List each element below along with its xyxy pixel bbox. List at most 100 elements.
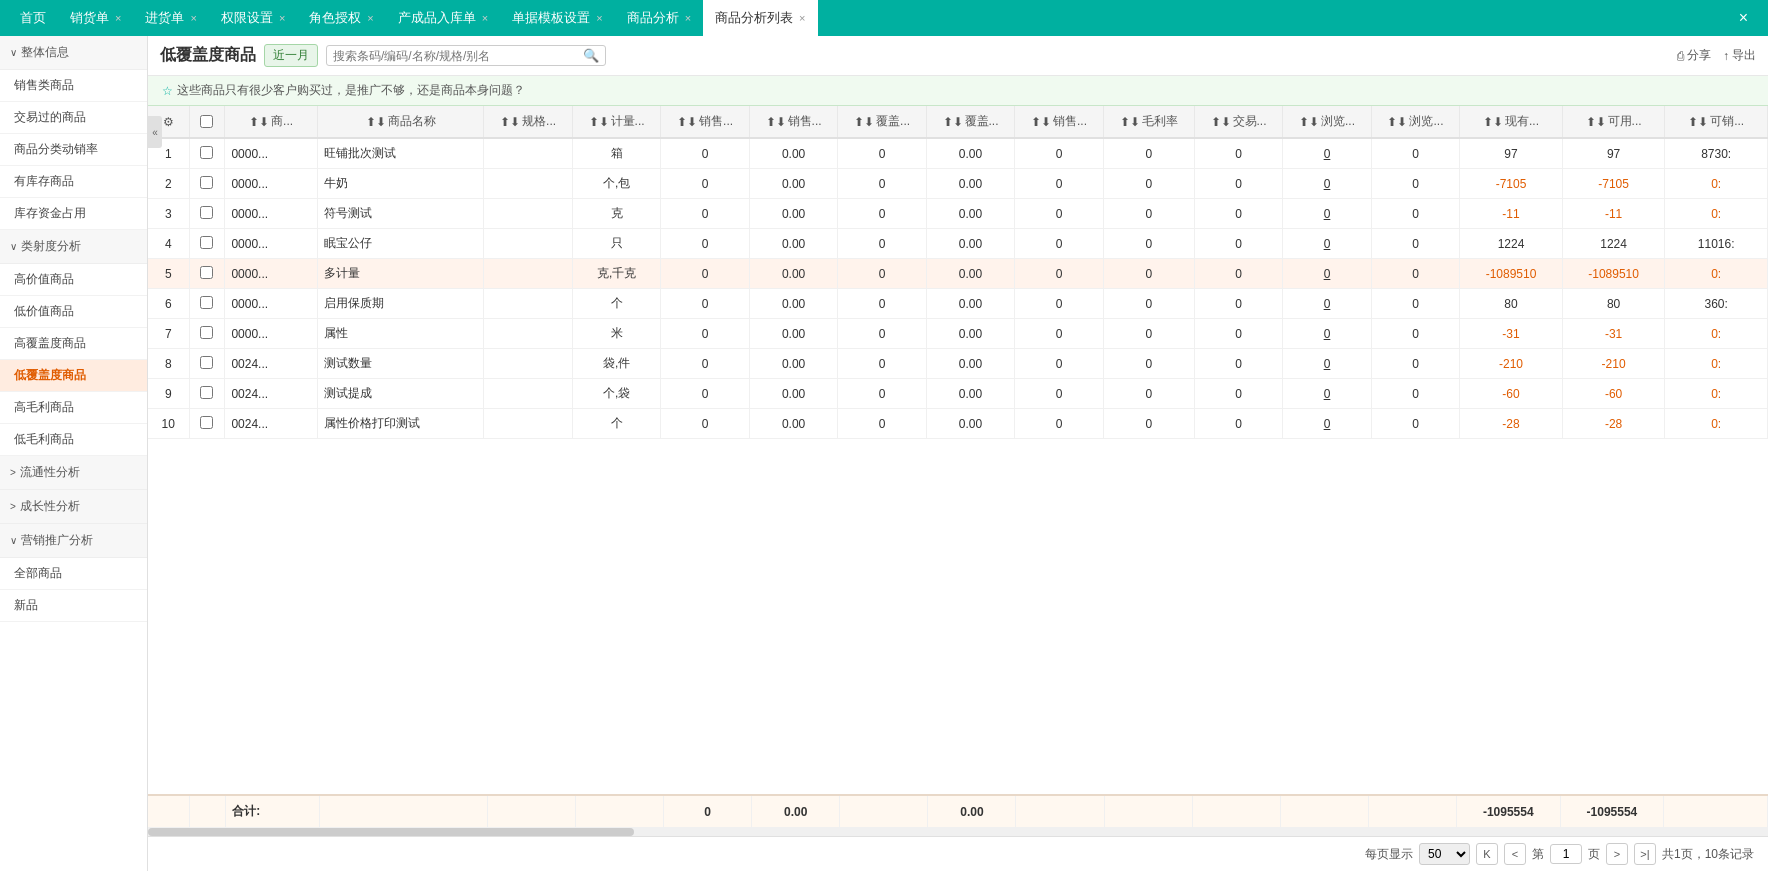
per-page-select[interactable]: 50 20 100 xyxy=(1419,843,1470,865)
export-button[interactable]: ↑ 导出 xyxy=(1723,47,1756,64)
nav-close-product-entry[interactable]: × xyxy=(482,12,488,24)
col-name[interactable]: ⬆⬇商品名称 xyxy=(317,106,484,138)
sidebar-item-low-coverage[interactable]: 低覆盖度商品 xyxy=(0,360,147,392)
sidebar-item-traded-goods[interactable]: 交易过的商品 xyxy=(0,102,147,134)
search-input[interactable] xyxy=(333,49,583,63)
col-sales-qty[interactable]: ⬆⬇销售... xyxy=(661,106,749,138)
row-select-checkbox[interactable] xyxy=(200,296,213,309)
row-select-checkbox[interactable] xyxy=(200,416,213,429)
sidebar-section-marketing[interactable]: ∨ 营销推广分析 xyxy=(0,524,147,558)
sidebar-item-category-rate[interactable]: 商品分类动销率 xyxy=(0,134,147,166)
col-sales-amt[interactable]: ⬆⬇销售... xyxy=(749,106,837,138)
row-checkbox[interactable] xyxy=(189,199,225,229)
col-browse1[interactable]: ⬆⬇浏览... xyxy=(1283,106,1371,138)
nav-product-entry[interactable]: 产成品入库单 × xyxy=(386,0,500,36)
nav-permission-settings[interactable]: 权限设置 × xyxy=(209,0,297,36)
row-checkbox[interactable] xyxy=(189,319,225,349)
col-sales2[interactable]: ⬆⬇销售... xyxy=(1015,106,1103,138)
nav-close-template[interactable]: × xyxy=(596,12,602,24)
nav-analysis-list[interactable]: 商品分析列表 × xyxy=(703,0,817,36)
nav-close-analysis-list[interactable]: × xyxy=(799,12,805,24)
col-checkbox[interactable] xyxy=(189,106,225,138)
col-gross-rate[interactable]: ⬆⬇毛利率 xyxy=(1103,106,1194,138)
row-select-checkbox[interactable] xyxy=(200,356,213,369)
col-current[interactable]: ⬆⬇现有... xyxy=(1460,106,1563,138)
sidebar-section-circulation[interactable]: > 流通性分析 xyxy=(0,456,147,490)
row-browse1[interactable]: 0 xyxy=(1283,409,1371,439)
row-checkbox[interactable] xyxy=(189,349,225,379)
nav-sales-order[interactable]: 销货单 × xyxy=(58,0,133,36)
sidebar-section-growth[interactable]: > 成长性分析 xyxy=(0,490,147,524)
row-checkbox[interactable] xyxy=(189,138,225,169)
row-browse1[interactable]: 0 xyxy=(1283,349,1371,379)
last-page-button[interactable]: >| xyxy=(1634,843,1656,865)
sidebar-item-low-margin[interactable]: 低毛利商品 xyxy=(0,424,147,456)
nav-purchase-order[interactable]: 进货单 × xyxy=(133,0,208,36)
row-checkbox[interactable] xyxy=(189,409,225,439)
window-close-button[interactable]: × xyxy=(1727,9,1760,27)
row-select-checkbox[interactable] xyxy=(200,386,213,399)
sidebar-item-low-value[interactable]: 低价值商品 xyxy=(0,296,147,328)
col-available[interactable]: ⬆⬇可用... xyxy=(1562,106,1665,138)
row-browse1[interactable]: 0 xyxy=(1283,138,1371,169)
col-code[interactable]: ⬆⬇商... xyxy=(225,106,317,138)
nav-template-settings[interactable]: 单据模板设置 × xyxy=(500,0,614,36)
sidebar-item-new-goods[interactable]: 新品 xyxy=(0,590,147,622)
row-select-checkbox[interactable] xyxy=(200,266,213,279)
scrollbar-thumb[interactable] xyxy=(148,828,634,836)
row-browse1[interactable]: 0 xyxy=(1283,169,1371,199)
row-browse1[interactable]: 0 xyxy=(1283,379,1371,409)
page-number-input[interactable] xyxy=(1550,844,1582,864)
nav-close-purchase-order[interactable]: × xyxy=(190,12,196,24)
row-current: -1089510 xyxy=(1460,259,1563,289)
sidebar-item-all-goods[interactable]: 全部商品 xyxy=(0,558,147,590)
next-page-button[interactable]: > xyxy=(1606,843,1628,865)
nav-role-auth[interactable]: 角色授权 × xyxy=(297,0,385,36)
col-sellable[interactable]: ⬆⬇可销... xyxy=(1665,106,1768,138)
prev-page-button[interactable]: < xyxy=(1504,843,1526,865)
sidebar-collapse-button[interactable]: « xyxy=(148,116,162,148)
sidebar-item-high-margin[interactable]: 高毛利商品 xyxy=(0,392,147,424)
sidebar-item-inventory-fund[interactable]: 库存资金占用 xyxy=(0,198,147,230)
row-checkbox[interactable] xyxy=(189,169,225,199)
nav-close-permission[interactable]: × xyxy=(279,12,285,24)
col-cover2[interactable]: ⬆⬇覆盖... xyxy=(926,106,1014,138)
row-checkbox[interactable] xyxy=(189,379,225,409)
col-spec[interactable]: ⬆⬇规格... xyxy=(484,106,572,138)
row-browse1[interactable]: 0 xyxy=(1283,289,1371,319)
sidebar-section-overall[interactable]: ∨ 整体信息 xyxy=(0,36,147,70)
search-icon[interactable]: 🔍 xyxy=(583,48,599,63)
share-button[interactable]: ⎙ 分享 xyxy=(1677,47,1711,64)
row-browse1[interactable]: 0 xyxy=(1283,199,1371,229)
sidebar-section-coverage[interactable]: ∨ 类射度分析 xyxy=(0,230,147,264)
sidebar-item-sales-goods[interactable]: 销售类商品 xyxy=(0,70,147,102)
row-select-checkbox[interactable] xyxy=(200,326,213,339)
row-browse1[interactable]: 0 xyxy=(1283,259,1371,289)
row-browse1[interactable]: 0 xyxy=(1283,319,1371,349)
col-browse2[interactable]: ⬆⬇浏览... xyxy=(1371,106,1459,138)
row-checkbox[interactable] xyxy=(189,259,225,289)
row-browse1[interactable]: 0 xyxy=(1283,229,1371,259)
nav-close-analysis[interactable]: × xyxy=(685,12,691,24)
nav-home[interactable]: 首页 xyxy=(8,0,58,36)
nav-close-role-auth[interactable]: × xyxy=(367,12,373,24)
nav-product-analysis[interactable]: 商品分析 × xyxy=(615,0,703,36)
row-checkbox[interactable] xyxy=(189,229,225,259)
col-cover1[interactable]: ⬆⬇覆盖... xyxy=(838,106,926,138)
sidebar-item-high-value[interactable]: 高价值商品 xyxy=(0,264,147,296)
sidebar-item-high-coverage[interactable]: 高覆盖度商品 xyxy=(0,328,147,360)
sidebar-item-in-stock[interactable]: 有库存商品 xyxy=(0,166,147,198)
col-trade[interactable]: ⬆⬇交易... xyxy=(1194,106,1282,138)
row-checkbox[interactable] xyxy=(189,289,225,319)
row-select-checkbox[interactable] xyxy=(200,176,213,189)
date-range-tag[interactable]: 近一月 xyxy=(264,44,318,67)
horizontal-scrollbar[interactable] xyxy=(148,828,1768,836)
first-page-button[interactable]: K xyxy=(1476,843,1498,865)
row-select-checkbox[interactable] xyxy=(200,146,213,159)
select-all-checkbox[interactable] xyxy=(200,115,213,128)
row-select-checkbox[interactable] xyxy=(200,206,213,219)
col-unit[interactable]: ⬆⬇计量... xyxy=(572,106,660,138)
nav-close-sales-order[interactable]: × xyxy=(115,12,121,24)
row-select-checkbox[interactable] xyxy=(200,236,213,249)
row-current: 1224 xyxy=(1460,229,1563,259)
